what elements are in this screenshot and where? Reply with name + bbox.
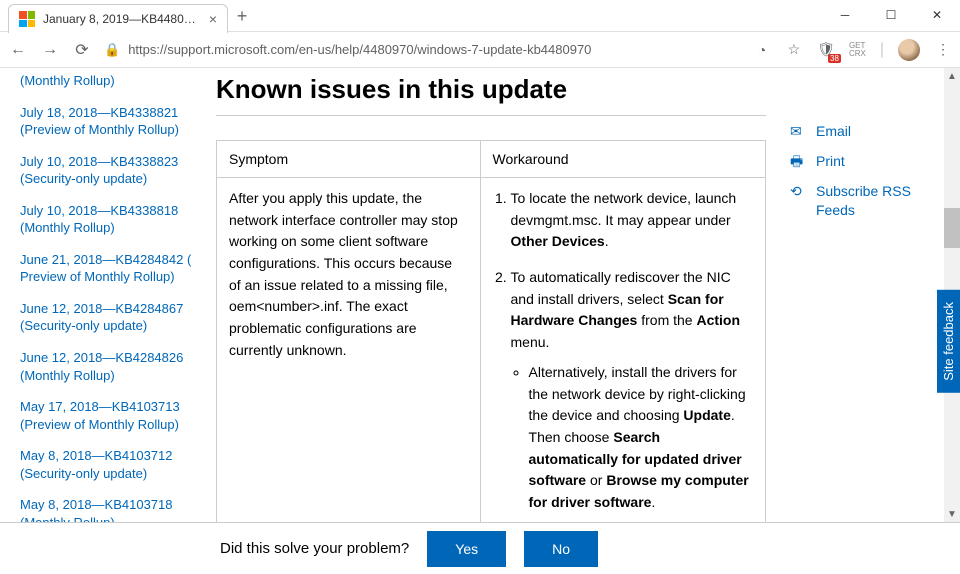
maximize-button[interactable]: ☐: [868, 0, 914, 30]
tab-title: January 8, 2019—KB4480970 (Mo: [43, 12, 201, 26]
sidebar-item[interactable]: (Monthly Rollup): [20, 72, 198, 90]
workaround-step: To locate the network device, launch dev…: [511, 188, 753, 253]
print-link[interactable]: 🖶Print: [790, 152, 934, 170]
th-workaround: Workaround: [480, 141, 765, 178]
getcrx-icon[interactable]: GETCRX: [849, 42, 866, 58]
feedback-question: Did this solve your problem?: [220, 540, 409, 557]
extension-icon[interactable]: ◔: [753, 41, 771, 59]
profile-avatar[interactable]: [898, 39, 920, 61]
sidebar-item[interactable]: May 8, 2018—KB4103712 (Security-only upd…: [20, 447, 198, 482]
main-content: Known issues in this update Symptom Work…: [210, 68, 774, 522]
print-icon: 🖶: [790, 152, 806, 170]
yes-button[interactable]: Yes: [427, 531, 506, 567]
sidebar-item[interactable]: May 8, 2018—KB4103718 (Monthly Rollup): [20, 496, 198, 522]
workaround-step: To automatically rediscover the NIC and …: [511, 267, 753, 514]
back-button[interactable]: ←: [8, 41, 28, 59]
no-button[interactable]: No: [524, 531, 598, 567]
sidebar-item[interactable]: June 12, 2018—KB4284826 (Monthly Rollup): [20, 349, 198, 384]
right-actions: ✉Email 🖶Print ⟲Subscribe RSS Feeds: [774, 68, 944, 522]
email-icon: ✉: [790, 122, 806, 140]
feedback-bar: Did this solve your problem? Yes No: [0, 522, 960, 574]
sidebar-item[interactable]: May 17, 2018—KB4103713 (Preview of Month…: [20, 398, 198, 433]
scroll-down-icon[interactable]: ▼: [944, 506, 960, 522]
reload-button[interactable]: ⟳: [72, 40, 92, 60]
scroll-thumb[interactable]: [944, 208, 960, 248]
forward-button[interactable]: →: [40, 41, 60, 59]
symptom-cell: After you apply this update, the network…: [217, 178, 481, 523]
address-bar[interactable]: 🔒 https://support.microsoft.com/en-us/he…: [104, 42, 741, 58]
close-window-button[interactable]: ✕: [914, 0, 960, 30]
rss-link[interactable]: ⟲Subscribe RSS Feeds: [790, 182, 934, 218]
sidebar-item[interactable]: June 21, 2018—KB4284842 ( Preview of Mon…: [20, 251, 198, 286]
site-feedback-tab[interactable]: Site feedback: [937, 290, 960, 393]
ublock-icon[interactable]: 🛡: [817, 41, 835, 59]
workaround-cell: To locate the network device, launch dev…: [480, 178, 765, 523]
scroll-up-icon[interactable]: ▲: [944, 68, 960, 84]
menu-icon[interactable]: ⋮: [934, 41, 952, 59]
page-heading: Known issues in this update: [216, 68, 766, 116]
rss-icon: ⟲: [790, 182, 806, 200]
browser-tab[interactable]: January 8, 2019—KB4480970 (Mo ×: [8, 4, 228, 33]
sidebar-item[interactable]: June 12, 2018—KB4284867 (Security-only u…: [20, 300, 198, 335]
new-tab-button[interactable]: +: [228, 0, 256, 27]
lock-icon: 🔒: [104, 42, 120, 58]
browser-titlebar: January 8, 2019—KB4480970 (Mo × + ─ ☐ ✕: [0, 0, 960, 32]
sidebar-item[interactable]: July 10, 2018—KB4338818 (Monthly Rollup): [20, 202, 198, 237]
url-text: https://support.microsoft.com/en-us/help…: [128, 42, 591, 57]
issues-table: Symptom Workaround After you apply this …: [216, 140, 766, 522]
sidebar-item[interactable]: July 10, 2018—KB4338823 (Security-only u…: [20, 153, 198, 188]
sidebar-item[interactable]: July 18, 2018—KB4338821 (Preview of Mont…: [20, 104, 198, 139]
ms-favicon: [19, 11, 35, 27]
minimize-button[interactable]: ─: [822, 0, 868, 30]
close-tab-icon[interactable]: ×: [209, 11, 217, 27]
workaround-substep: Alternatively, install the drivers for t…: [529, 362, 753, 514]
email-link[interactable]: ✉Email: [790, 122, 934, 140]
th-symptom: Symptom: [217, 141, 481, 178]
star-icon[interactable]: ☆: [785, 41, 803, 59]
sidebar-nav: (Monthly Rollup) July 18, 2018—KB4338821…: [0, 68, 210, 522]
browser-toolbar: ← → ⟳ 🔒 https://support.microsoft.com/en…: [0, 32, 960, 68]
